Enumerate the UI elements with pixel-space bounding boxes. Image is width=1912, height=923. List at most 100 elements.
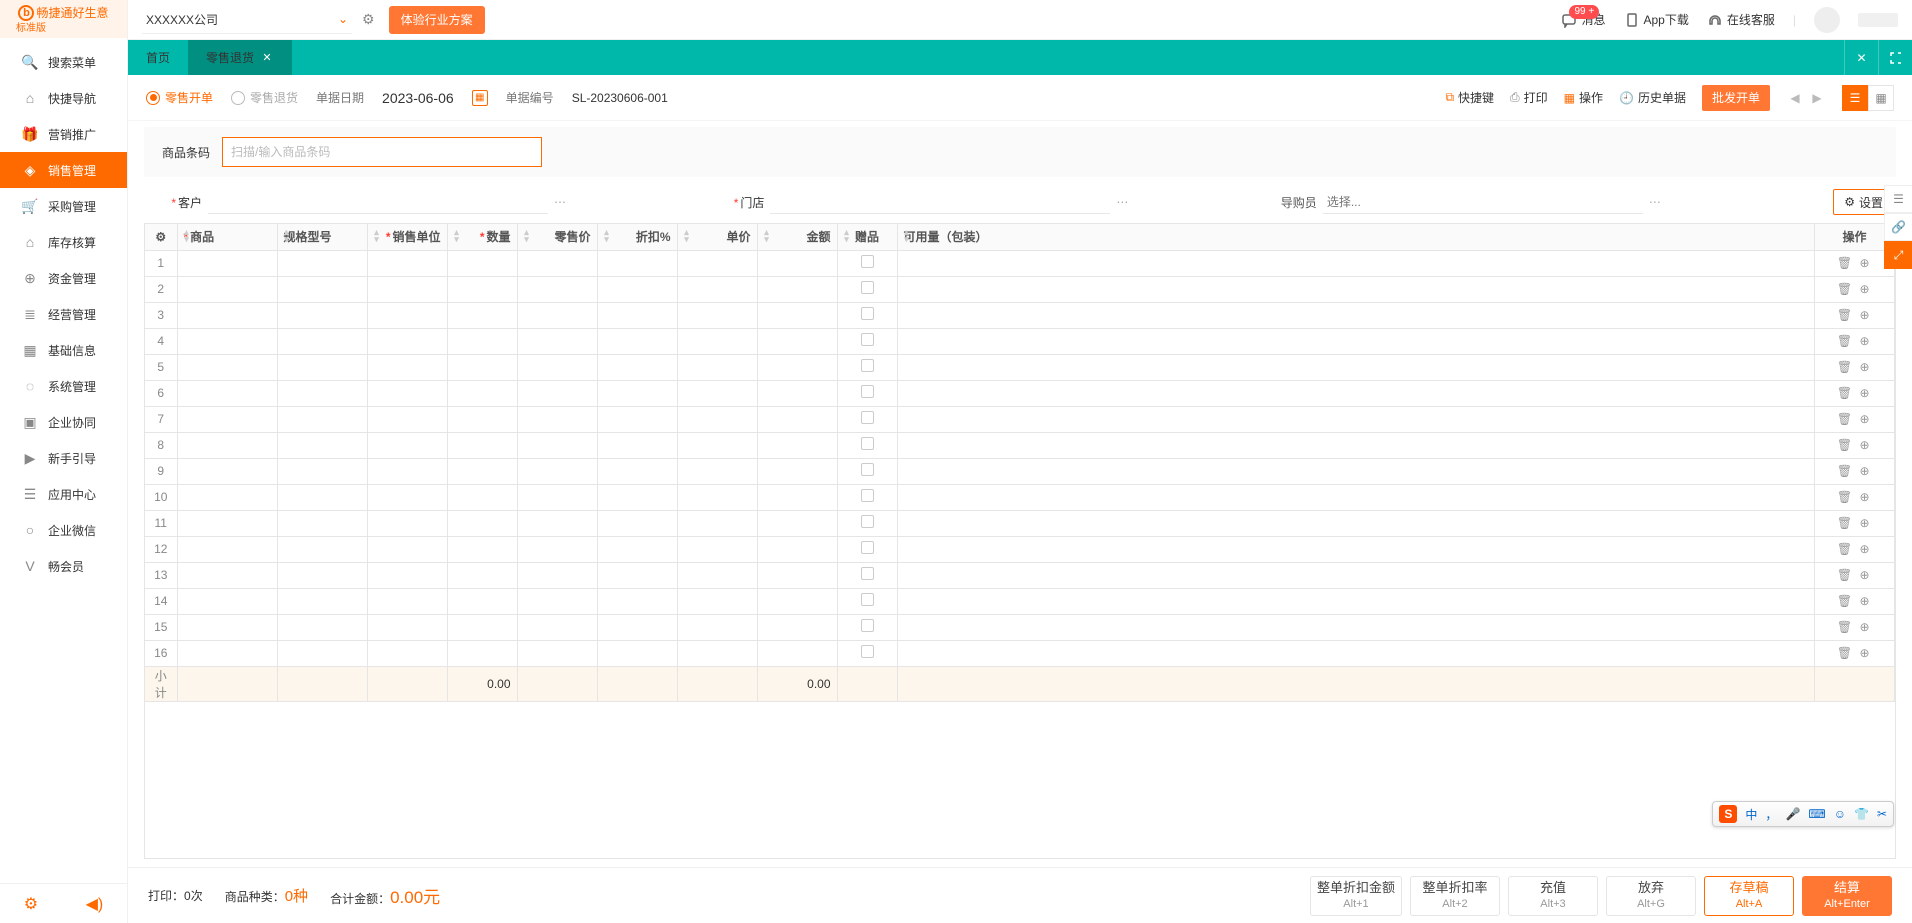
settings-gear-icon[interactable]: ⚙ (24, 894, 38, 914)
gift-cell[interactable] (837, 614, 897, 640)
cell[interactable] (897, 640, 1815, 666)
cell[interactable] (277, 406, 367, 432)
cell[interactable] (277, 536, 367, 562)
cell[interactable] (277, 302, 367, 328)
cell[interactable] (897, 302, 1815, 328)
cell[interactable] (177, 562, 277, 588)
gift-cell[interactable] (837, 276, 897, 302)
online-service-link[interactable]: 在线客服 (1707, 11, 1775, 28)
cell[interactable] (677, 640, 757, 666)
cell[interactable] (517, 432, 597, 458)
cell[interactable] (677, 510, 757, 536)
ime-punct[interactable]: ， (1765, 806, 1777, 823)
cell[interactable] (277, 484, 367, 510)
try-industry-button[interactable]: 体验行业方案 (389, 6, 485, 34)
col-avail[interactable]: ▴▾可用量（包装） (897, 224, 1815, 250)
cell[interactable] (757, 614, 837, 640)
cell[interactable] (447, 510, 517, 536)
cell[interactable] (277, 276, 367, 302)
nav-item-chart[interactable]: ≣经营管理 (0, 296, 127, 332)
col-qty[interactable]: ▴▾*数量 (447, 224, 517, 250)
ime-keyboard-icon[interactable]: ⌨ (1808, 807, 1825, 821)
print-link[interactable]: ⎙打印 (1510, 89, 1548, 106)
delete-icon[interactable]: 🗑 (1837, 645, 1853, 661)
table-row[interactable]: 10🗑⊕ (145, 484, 1895, 510)
cell[interactable] (757, 354, 837, 380)
cell[interactable] (367, 302, 447, 328)
table-row[interactable]: 12🗑⊕ (145, 536, 1895, 562)
ime-skin-icon[interactable]: 👕 (1854, 807, 1869, 821)
cell[interactable] (517, 380, 597, 406)
cell[interactable] (367, 484, 447, 510)
delete-icon[interactable]: 🗑 (1837, 619, 1853, 635)
cell[interactable] (757, 562, 837, 588)
cell[interactable] (367, 536, 447, 562)
customer-input[interactable] (208, 190, 548, 214)
cell[interactable] (517, 536, 597, 562)
view-list-icon[interactable]: ☰ (1842, 85, 1868, 111)
table-row[interactable]: 8🗑⊕ (145, 432, 1895, 458)
nav-item-db[interactable]: ▦基础信息 (0, 332, 127, 368)
cell[interactable] (517, 328, 597, 354)
store-picker-icon[interactable]: ⋯ (1116, 195, 1129, 209)
table-row[interactable]: 4🗑⊕ (145, 328, 1895, 354)
cell[interactable] (447, 302, 517, 328)
gift-cell[interactable] (837, 432, 897, 458)
add-row-icon[interactable]: ⊕ (1857, 411, 1873, 427)
footer-btn-5[interactable]: 结算Alt+Enter (1802, 876, 1892, 916)
cell[interactable] (277, 588, 367, 614)
footer-btn-0[interactable]: 整单折扣金额Alt+1 (1310, 876, 1402, 916)
gift-cell[interactable] (837, 302, 897, 328)
dock-note-icon[interactable]: ☰ (1884, 185, 1912, 213)
cell[interactable] (757, 328, 837, 354)
batch-open-button[interactable]: 批发开单 (1702, 85, 1770, 111)
cell[interactable] (177, 380, 277, 406)
gift-cell[interactable] (837, 536, 897, 562)
avatar[interactable] (1814, 7, 1840, 33)
gift-cell[interactable] (837, 458, 897, 484)
cell[interactable] (277, 640, 367, 666)
cell[interactable] (677, 536, 757, 562)
table-row[interactable]: 15🗑⊕ (145, 614, 1895, 640)
cell[interactable] (597, 614, 677, 640)
col-price[interactable]: ▴▾单价 (677, 224, 757, 250)
dock-link-icon[interactable]: 🔗 (1884, 213, 1912, 241)
ime-toolbar[interactable]: S 中 ， 🎤 ⌨ ☺ 👕 ✂ (1712, 801, 1894, 827)
company-settings-icon[interactable]: ⚙ (362, 11, 375, 28)
delete-icon[interactable]: 🗑 (1837, 437, 1853, 453)
col-spec[interactable]: ▴▾规格型号 (277, 224, 367, 250)
gift-cell[interactable] (837, 406, 897, 432)
table-row[interactable]: 5🗑⊕ (145, 354, 1895, 380)
ime-emoji-icon[interactable]: ☺ (1834, 807, 1846, 821)
nav-item-team[interactable]: ▣企业协同 (0, 404, 127, 440)
delete-icon[interactable]: 🗑 (1837, 333, 1853, 349)
next-doc-icon[interactable]: ▶ (1808, 85, 1826, 111)
cell[interactable] (277, 250, 367, 276)
nav-item-search[interactable]: 🔍搜索菜单 (0, 44, 127, 80)
cell[interactable] (447, 588, 517, 614)
cell[interactable] (277, 614, 367, 640)
col-amount[interactable]: ▴▾金额 (757, 224, 837, 250)
add-row-icon[interactable]: ⊕ (1857, 619, 1873, 635)
ime-lang[interactable]: 中 (1745, 806, 1757, 823)
guide-picker-icon[interactable]: ⋯ (1649, 195, 1662, 209)
cell[interactable] (757, 276, 837, 302)
table-row[interactable]: 16🗑⊕ (145, 640, 1895, 666)
cell[interactable] (177, 484, 277, 510)
add-row-icon[interactable]: ⊕ (1857, 359, 1873, 375)
col-config[interactable]: ⚙ (145, 224, 177, 250)
cell[interactable] (757, 484, 837, 510)
col-unit[interactable]: ▴▾*销售单位 (367, 224, 447, 250)
customer-picker-icon[interactable]: ⋯ (554, 195, 567, 209)
cell[interactable] (597, 250, 677, 276)
nav-item-sys[interactable]: ◌系统管理 (0, 368, 127, 404)
delete-icon[interactable]: 🗑 (1837, 489, 1853, 505)
radio-retail-return[interactable]: 零售退货 (231, 89, 298, 106)
cell[interactable] (597, 354, 677, 380)
tab-home[interactable]: 首页 (128, 40, 188, 75)
cell[interactable] (677, 432, 757, 458)
cell[interactable] (897, 328, 1815, 354)
cell[interactable] (597, 380, 677, 406)
cell[interactable] (177, 250, 277, 276)
delete-icon[interactable]: 🗑 (1837, 541, 1853, 557)
